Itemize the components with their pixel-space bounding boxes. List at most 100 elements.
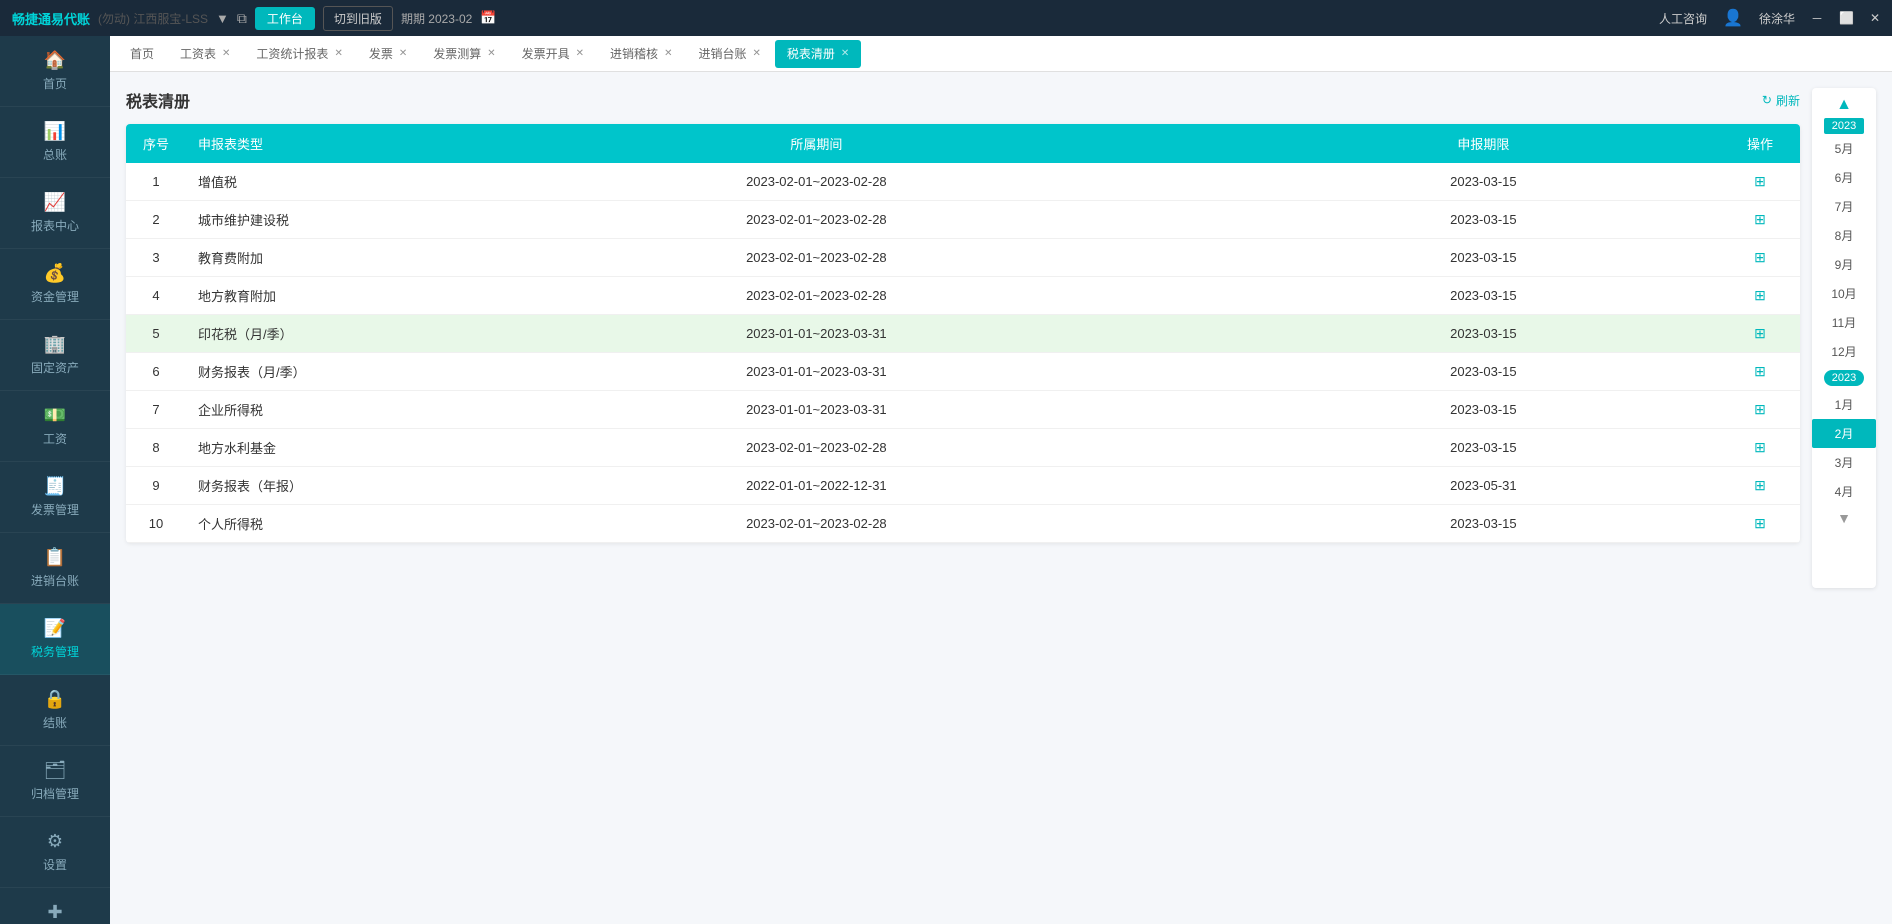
date-month-3[interactable]: 3月 [1812,448,1876,477]
funds-icon: 💰 [44,263,66,284]
period-label: 期期 2023-02 [401,10,472,27]
page-header: 税表清册 ↻ 刷新 [126,88,1800,112]
tab-tax-list[interactable]: 税表清册 ✕ [775,40,861,68]
sidebar-item-reports[interactable]: 📈 报表中心 [0,178,110,249]
col-header-period: 所属期间 [386,124,1247,163]
tab-invoice-open[interactable]: 发票开具 ✕ [510,40,596,68]
sidebar-item-invoice[interactable]: 🧾 发票管理 [0,462,110,533]
cell-type: 地方水利基金 [186,429,386,467]
table-row: 8地方水利基金2023-02-01~2023-02-282023-03-15⊞ [126,429,1800,467]
tab-invoice-calc[interactable]: 发票测算 ✕ [421,40,507,68]
date-month-11[interactable]: 11月 [1812,308,1876,337]
tab-sales-ledger[interactable]: 进销台账 ✕ [686,40,772,68]
sidebar-label-ledger: 总账 [43,146,67,163]
date-month-4[interactable]: 4月 [1812,477,1876,506]
tab-tax-list-label: 税表清册 [787,45,835,62]
sidebar-item-tax[interactable]: 📝 税务管理 [0,604,110,675]
date-panel-up-arrow[interactable]: ▲ [1832,92,1856,118]
dropdown-icon[interactable]: ▼ [216,11,229,26]
action-icon-button[interactable]: ⊞ [1754,173,1766,189]
sidebar-item-assets[interactable]: 🏢 固定资产 [0,320,110,391]
sidebar-item-funds[interactable]: 💰 资金管理 [0,249,110,320]
copy-icon[interactable]: ⧉ [237,10,247,27]
ai-consult-button[interactable]: 人工咨询 [1659,10,1707,27]
date-month-10[interactable]: 10月 [1812,279,1876,308]
cell-index: 6 [126,353,186,391]
action-icon-button[interactable]: ⊞ [1754,211,1766,227]
date-month-7[interactable]: 7月 [1812,192,1876,221]
sidebar-label-reports: 报表中心 [31,217,79,234]
date-month-2[interactable]: 2月 [1812,419,1876,448]
invoice-icon: 🧾 [44,476,66,497]
cell-index: 1 [126,163,186,201]
tab-salary-stats-close[interactable]: ✕ [334,48,342,59]
username-label[interactable]: 徐涂华 [1759,10,1795,27]
refresh-button[interactable]: ↻ 刷新 [1762,92,1800,109]
tab-sales-audit-close[interactable]: ✕ [664,48,672,59]
tab-tax-list-close[interactable]: ✕ [841,48,849,59]
tab-home[interactable]: 首页 [118,40,166,68]
date-month-5[interactable]: 5月 [1812,134,1876,163]
cell-deadline: 2023-03-15 [1247,277,1720,315]
table-row: 3教育费附加2023-02-01~2023-02-282023-03-15⊞ [126,239,1800,277]
page-content: 税表清册 ↻ 刷新 序号 申报表类型 所属期间 申报期限 操作 [110,72,1892,924]
tab-invoice-calc-close[interactable]: ✕ [487,48,495,59]
sidebar-label-closing: 结账 [43,714,67,731]
sidebar-item-sales-ledger[interactable]: 📋 进销台账 [0,533,110,604]
cell-type: 印花税（月/季） [186,315,386,353]
closing-icon: 🔒 [44,689,66,710]
tab-salary-table[interactable]: 工资表 ✕ [168,40,242,68]
tab-salary-stats[interactable]: 工资统计报表 ✕ [244,40,354,68]
tab-invoice-open-close[interactable]: ✕ [576,48,584,59]
old-version-button[interactable]: 切到旧版 [323,6,393,31]
app-logo: 畅捷通易代账 [12,9,90,28]
tab-sales-ledger-close[interactable]: ✕ [752,48,760,59]
cell-action: ⊞ [1720,163,1800,201]
sidebar-item-closing[interactable]: 🔒 结账 [0,675,110,746]
action-icon-button[interactable]: ⊞ [1754,401,1766,417]
action-icon-button[interactable]: ⊞ [1754,363,1766,379]
sidebar-label-sales-ledger: 进销台账 [31,572,79,589]
date-month-12[interactable]: 12月 [1812,337,1876,366]
action-icon-button[interactable]: ⊞ [1754,515,1766,531]
date-picker-panel: ▲ 2023 5月 6月 7月 8月 9月 10月 11月 12月 2023 1… [1812,88,1876,588]
sidebar-item-archive[interactable]: 🗂 归档管理 [0,746,110,817]
sidebar-item-settings[interactable]: ⚙ 设置 [0,817,110,888]
cell-type: 城市维护建设税 [186,201,386,239]
date-panel-year-2023: 2023 [1812,118,1876,134]
date-month-9[interactable]: 9月 [1812,250,1876,279]
top-bar-right: 人工咨询 👤 徐涂华 － ⬜ ✕ [1659,8,1880,28]
close-button[interactable]: ✕ [1870,11,1880,25]
action-icon-button[interactable]: ⊞ [1754,325,1766,341]
action-icon-button[interactable]: ⊞ [1754,287,1766,303]
tab-invoice[interactable]: 发票 ✕ [357,40,419,68]
date-month-6[interactable]: 6月 [1812,163,1876,192]
date-month-8[interactable]: 8月 [1812,221,1876,250]
date-month-1[interactable]: 1月 [1812,390,1876,419]
top-bar: 畅捷通易代账 (勿动) 江西服宝-LSS ▼ ⧉ 工作台 切到旧版 期期 202… [0,0,1892,36]
sidebar-item-home[interactable]: 🏠 首页 [0,36,110,107]
sidebar-item-guide[interactable]: ✚ 新手引导 [0,888,110,924]
tab-invoice-close[interactable]: ✕ [399,48,407,59]
workspace-button[interactable]: 工作台 [255,7,315,30]
col-header-type: 申报表类型 [186,124,386,163]
cell-period: 2023-01-01~2023-03-31 [386,353,1247,391]
calendar-icon[interactable]: 📅 [480,10,496,26]
maximize-button[interactable]: ⬜ [1839,11,1854,25]
cell-deadline: 2023-03-15 [1247,353,1720,391]
table-header-row: 序号 申报表类型 所属期间 申报期限 操作 [126,124,1800,163]
tab-sales-audit[interactable]: 进销稽核 ✕ [598,40,684,68]
cell-period: 2023-02-01~2023-02-28 [386,277,1247,315]
company-label: (勿动) 江西服宝-LSS [98,10,208,27]
sidebar-item-salary[interactable]: 💵 工资 [0,391,110,462]
action-icon-button[interactable]: ⊞ [1754,477,1766,493]
sidebar-item-ledger[interactable]: 📊 总账 [0,107,110,178]
minimize-button[interactable]: － [1811,10,1823,27]
action-icon-button[interactable]: ⊞ [1754,439,1766,455]
date-panel-down-arrow[interactable]: ▼ [1833,506,1855,530]
cell-action: ⊞ [1720,391,1800,429]
sidebar-label-archive: 归档管理 [31,785,79,802]
tab-salary-table-close[interactable]: ✕ [222,48,230,59]
table-body: 1增值税2023-02-01~2023-02-282023-03-15⊞2城市维… [126,163,1800,543]
action-icon-button[interactable]: ⊞ [1754,249,1766,265]
